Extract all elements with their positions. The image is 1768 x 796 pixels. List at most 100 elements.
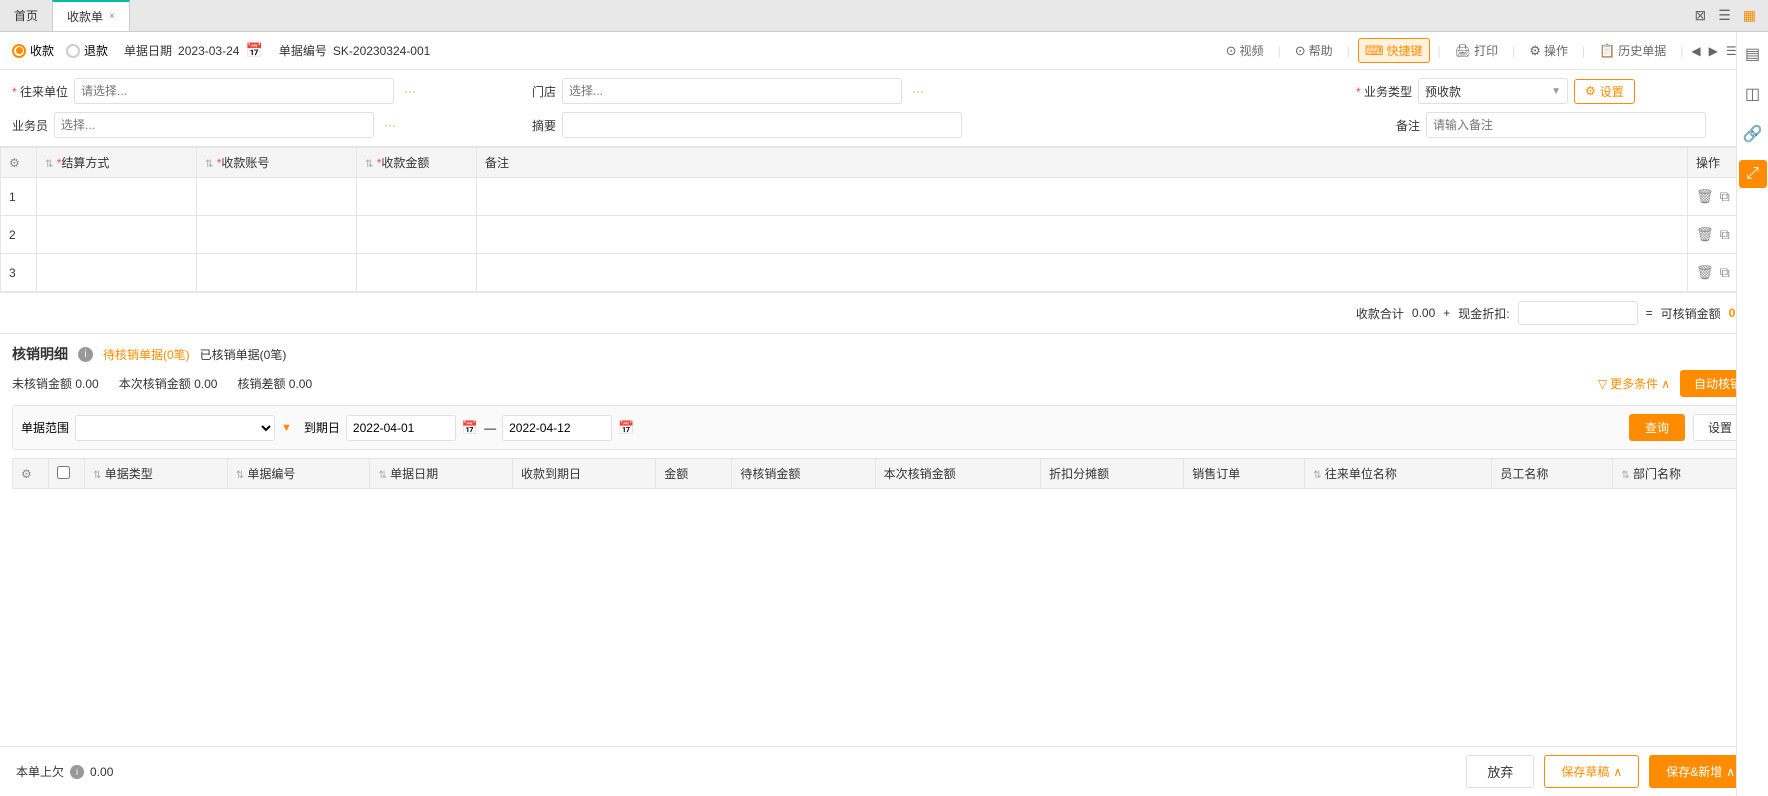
current-item: 本次核销金额 0.00 (119, 375, 218, 392)
toolbar-help[interactable]: ⊙ 帮助 (1289, 39, 1339, 62)
row-3-copy-icon[interactable]: ⧉ (1720, 264, 1730, 281)
filter-right: ▽ 更多条件 ∧ 自动核销 (1598, 370, 1756, 397)
radio-receive-circle (12, 44, 26, 58)
sidebar-doc-icon[interactable]: ◫ (1739, 80, 1767, 108)
row-2-num: 2 (1, 216, 37, 254)
row-2-delete-icon[interactable]: 🗑 (1696, 226, 1714, 243)
section-header: 核销明细 i 待核销单据(0笔) 已核销单据(0笔) (12, 344, 1756, 364)
tab-receipt[interactable]: 收款单 × (52, 0, 130, 31)
toolbar-shortcut[interactable]: ⌨ 快捷键 (1358, 38, 1430, 63)
partner-label: 往来单位 (12, 83, 68, 100)
row-2-note[interactable] (477, 216, 1688, 254)
query-button[interactable]: 查询 (1629, 414, 1685, 441)
note-field-group: 备注 (1396, 112, 1756, 138)
footer-info-icon[interactable]: i (70, 765, 84, 779)
salesperson-more-icon[interactable]: ··· (384, 118, 396, 132)
toolbar-right: ⊙ 视频 | ⊙ 帮助 | ⌨ 快捷键 | 🖨 打印 | ⚙ 操作 (1220, 38, 1756, 63)
table-row: 1 🗑 ⧉ (1, 178, 1768, 216)
history-icon: 📋 (1599, 43, 1615, 59)
tab-close-icon[interactable]: × (109, 11, 115, 22)
range-label: 单据范围 (21, 419, 69, 436)
tab-maximize-icon[interactable]: ⊠ (1690, 5, 1710, 26)
amount-sort[interactable]: ⇅ (365, 159, 373, 170)
select-all-checkbox[interactable] (57, 466, 70, 479)
sidebar-expand-icon[interactable]: ⤢ (1739, 160, 1767, 188)
date-to-input[interactable] (502, 415, 612, 441)
salesperson-input[interactable] (54, 112, 374, 138)
settle-method-sort[interactable]: ⇅ (45, 159, 53, 170)
partner-field-group: 往来单位 ··· (12, 78, 532, 104)
salesperson-label: 业务员 (12, 117, 48, 134)
store-input[interactable] (562, 78, 902, 104)
save-draft-button[interactable]: 保存草稿 ∧ (1544, 755, 1639, 788)
business-type-select[interactable]: 预收款 ▼ (1418, 78, 1568, 104)
account-no-sort[interactable]: ⇅ (205, 159, 213, 170)
discount-input[interactable] (1518, 301, 1638, 325)
row-3-delete-icon[interactable]: 🗑 (1696, 264, 1714, 281)
toolbar-print[interactable]: 🖨 打印 (1449, 39, 1505, 62)
date-from-input[interactable] (346, 415, 456, 441)
summary-input[interactable] (562, 112, 962, 138)
toolbar-video[interactable]: ⊙ 视频 (1220, 39, 1270, 62)
footer: 本单上欠 i 0.00 放弃 保存草稿 ∧ 保存&新增 ∧ (0, 746, 1768, 796)
tab-receipt-label: 收款单 (67, 8, 103, 25)
verification-info-icon[interactable]: i (78, 347, 93, 362)
row-1-delete-icon[interactable]: 🗑 (1696, 188, 1714, 205)
filter-fields: 单据范围 ▼ 到期日 📅 — 📅 查询 设置 (12, 405, 1756, 450)
more-conditions-btn[interactable]: ▽ 更多条件 ∧ (1598, 375, 1670, 392)
row-1-account[interactable] (197, 178, 357, 216)
row-2-settle[interactable] (37, 216, 197, 254)
toolbar-date-field: 单据日期 2023-03-24 📅 (124, 42, 263, 59)
note-label: 备注 (1396, 117, 1420, 134)
radio-receive-label: 收款 (30, 42, 54, 59)
row-1-settle[interactable] (37, 178, 197, 216)
completed-tab[interactable]: 已核销单据(0笔) (200, 346, 287, 363)
abandon-button[interactable]: 放弃 (1466, 755, 1534, 788)
sidebar-link-icon[interactable]: 🔗 (1739, 120, 1767, 148)
row-2-copy-icon[interactable]: ⧉ (1720, 226, 1730, 243)
tab-home[interactable]: 首页 (0, 0, 52, 31)
range-select[interactable] (75, 415, 275, 441)
shortcut-label: 快捷键 (1387, 42, 1423, 59)
row-1-note[interactable] (477, 178, 1688, 216)
row-3-account[interactable] (197, 254, 357, 292)
settings-button[interactable]: ⚙ 设置 (1574, 79, 1635, 104)
note-input[interactable] (1426, 112, 1706, 138)
date-label: 单据日期 (124, 42, 172, 59)
row-3-settle[interactable] (37, 254, 197, 292)
partner-more-icon[interactable]: ··· (404, 84, 416, 98)
row-2-amount[interactable] (357, 216, 477, 254)
pending-tab[interactable]: 待核销单据(0笔) (103, 346, 190, 363)
tab-grid-icon[interactable]: ☰ (1714, 5, 1735, 26)
main-content: 收款 退款 单据日期 2023-03-24 📅 单据编号 SK-20230324… (0, 32, 1768, 796)
date-to-icon[interactable]: 📅 (618, 420, 634, 436)
diff-item: 核销差额 0.00 (237, 375, 312, 392)
data-table-settings-icon[interactable]: ⚙ (21, 467, 32, 481)
date-from-icon[interactable]: 📅 (462, 420, 478, 436)
settings-label: 设置 (1600, 83, 1624, 100)
table-settings-icon[interactable]: ⚙ (9, 156, 20, 170)
radio-receive[interactable]: 收款 (12, 42, 54, 59)
equals-sign: = (1646, 306, 1653, 320)
row-1-copy-icon[interactable]: ⧉ (1720, 188, 1730, 205)
footer-label: 本单上欠 (16, 763, 64, 780)
sidebar-table-icon[interactable]: ▤ (1739, 40, 1767, 68)
footer-left: 本单上欠 i 0.00 (16, 763, 113, 780)
operations-icon: ⚙ (1529, 43, 1541, 59)
receipt-table-wrap: ⚙ ⇅ *结算方式 ⇅ *收款账号 ⇅ *收款金额 备注 (0, 147, 1768, 293)
row-2-account[interactable] (197, 216, 357, 254)
row-3-amount[interactable] (357, 254, 477, 292)
row-3-note[interactable] (477, 254, 1688, 292)
nav-next-icon[interactable]: ▶ (1709, 44, 1718, 58)
range-chevron[interactable]: ▼ (281, 422, 292, 434)
data-checkbox-header (49, 459, 85, 489)
partner-input[interactable] (74, 78, 394, 104)
row-1-amount[interactable] (357, 178, 477, 216)
date-icon[interactable]: 📅 (245, 42, 262, 59)
toolbar-operations[interactable]: ⚙ 操作 (1523, 39, 1574, 62)
nav-prev-icon[interactable]: ◀ (1691, 44, 1700, 58)
store-more-icon[interactable]: ··· (912, 84, 924, 98)
toolbar-history[interactable]: 📋 历史单据 (1593, 39, 1672, 62)
tab-orange-grid-icon[interactable]: ▦ (1739, 5, 1760, 26)
radio-refund[interactable]: 退款 (66, 42, 108, 59)
